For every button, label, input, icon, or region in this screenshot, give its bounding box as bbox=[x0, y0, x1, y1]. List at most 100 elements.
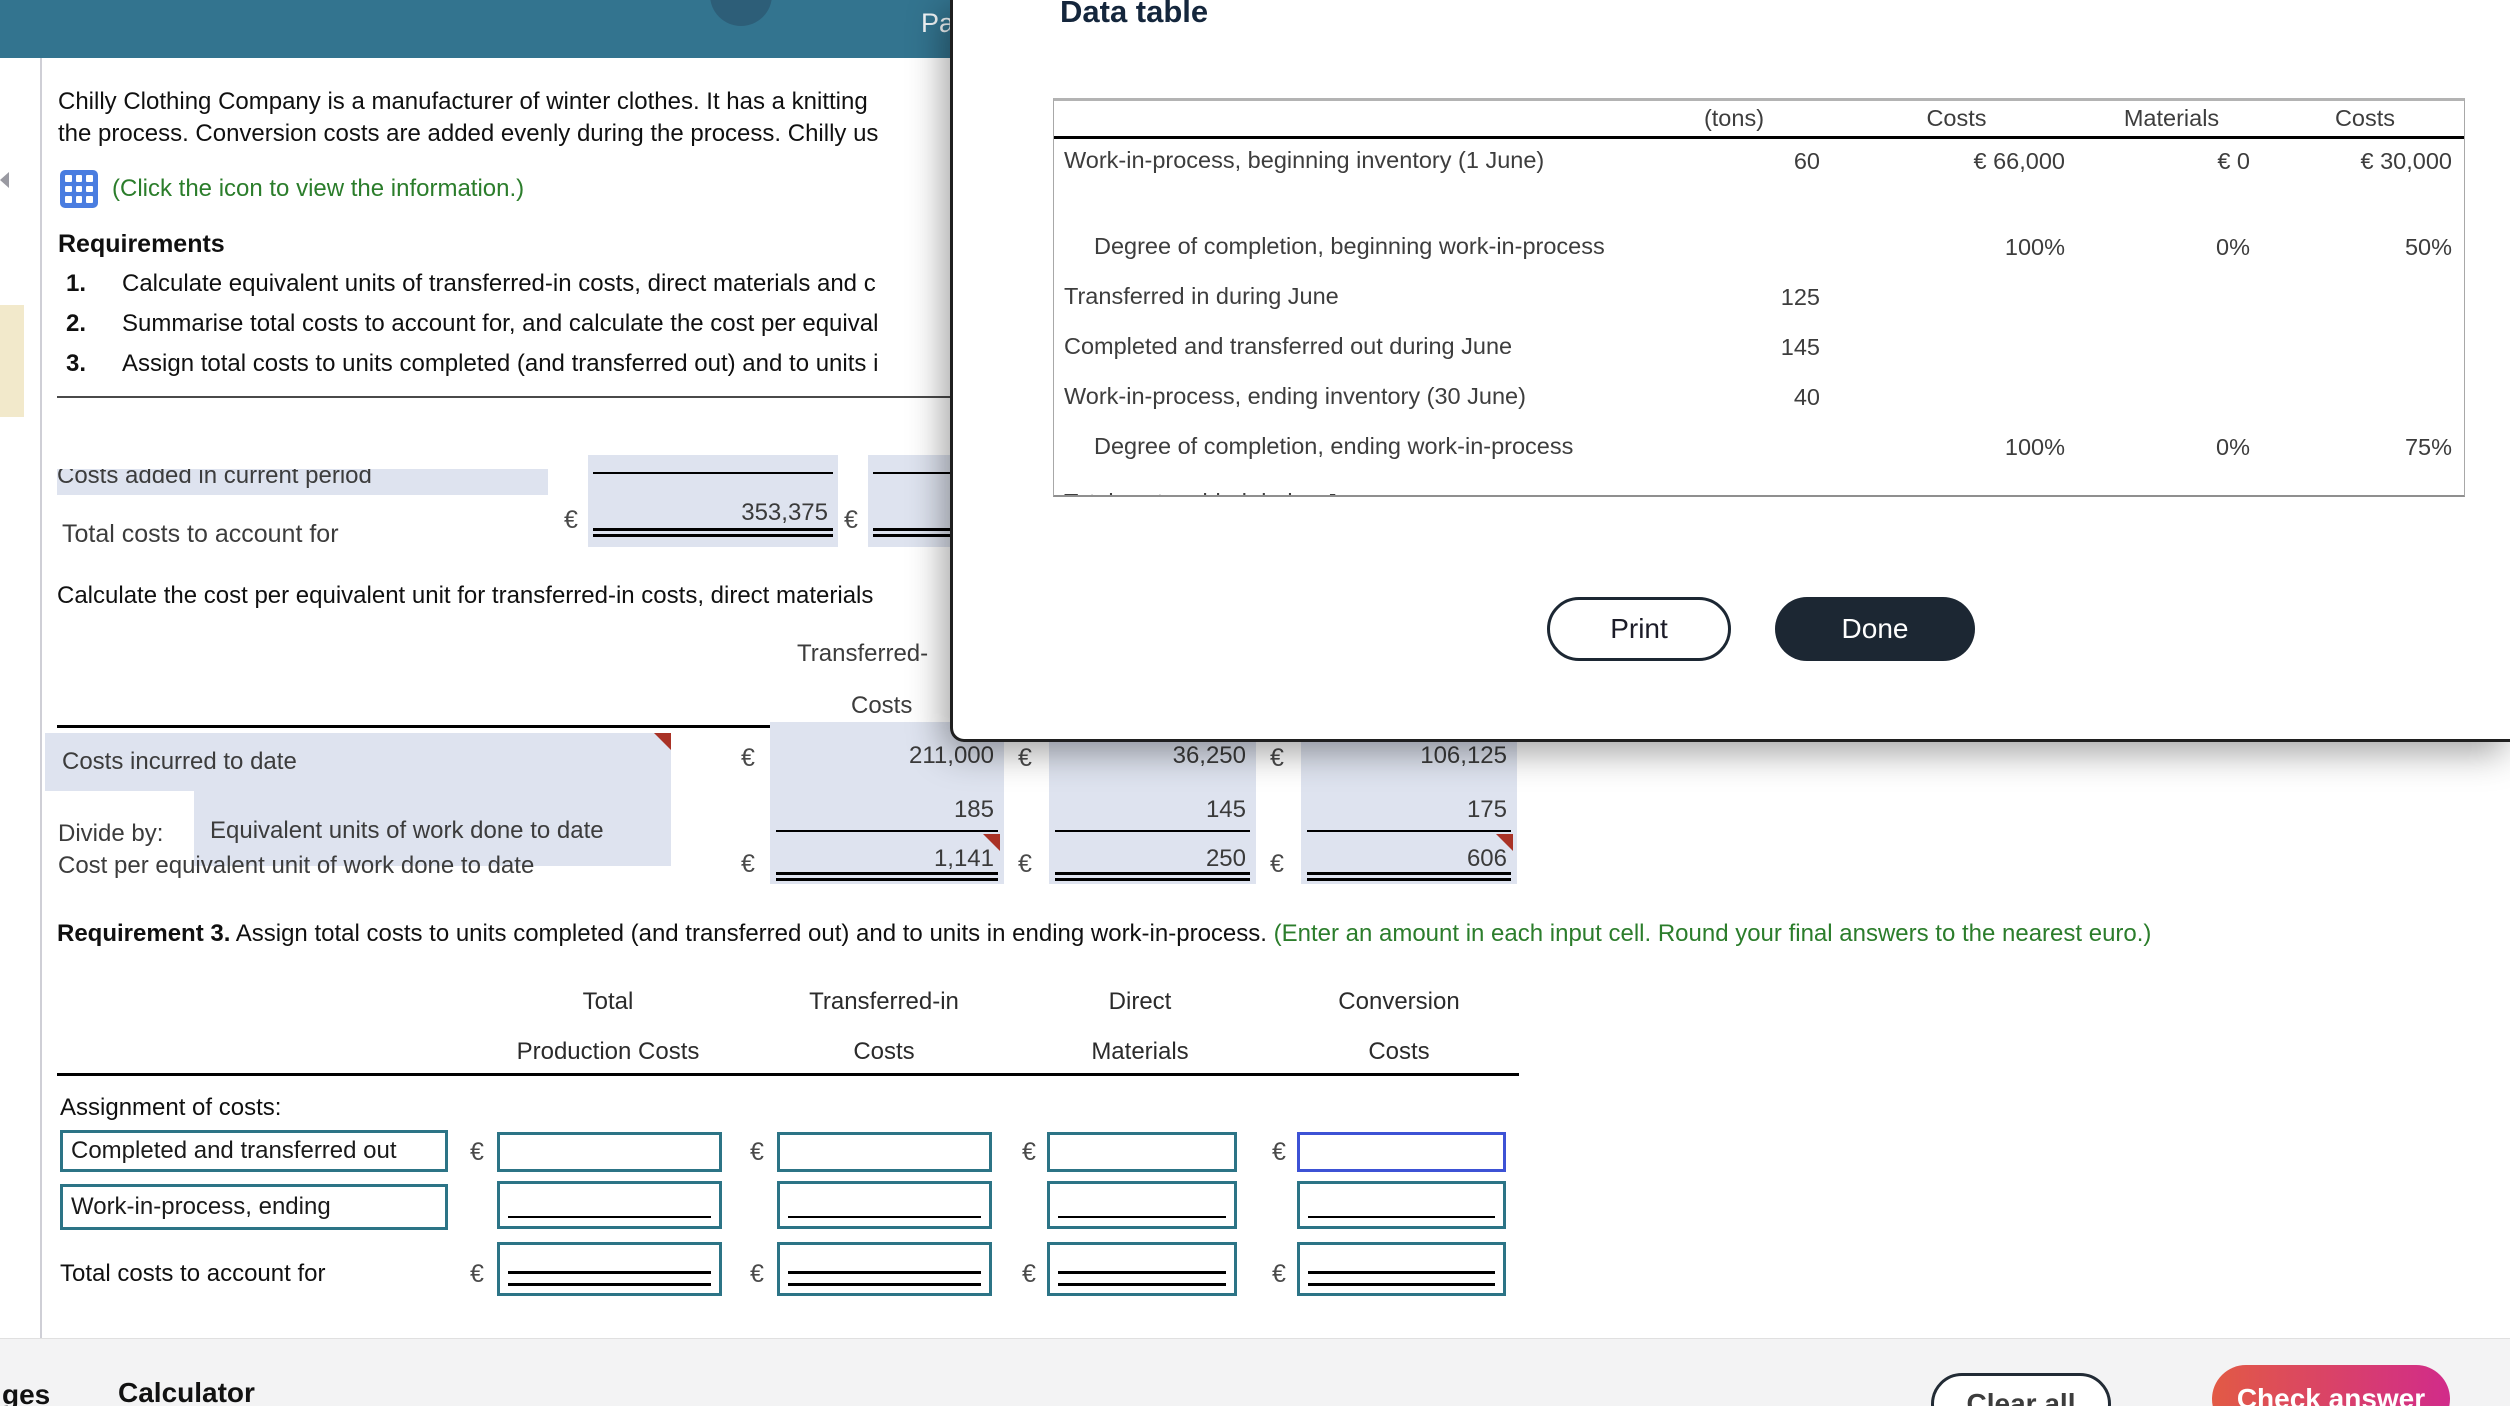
incurred-value: 36,250 bbox=[1066, 742, 1246, 770]
units-value: 185 bbox=[794, 796, 994, 824]
euro-symbol: € bbox=[750, 1260, 764, 1289]
table-row: Work-in-process, beginning inventory (1 … bbox=[1054, 137, 2465, 187]
done-button[interactable]: Done bbox=[1775, 597, 1975, 661]
header-materials: Materials bbox=[2079, 101, 2264, 137]
check-answer-button[interactable]: Check answer bbox=[2212, 1365, 2450, 1406]
data-table-modal: Data table (tons) Costs Materials Costs … bbox=[950, 0, 2510, 742]
bottom-toolbar: ges Calculator Clear all Check answer bbox=[0, 1338, 2510, 1406]
modal-title: Data table bbox=[1060, 0, 1208, 30]
row-value-c2 bbox=[2264, 273, 2465, 323]
row-value-c2: 50% bbox=[2264, 187, 2465, 273]
row-value-c1 bbox=[1834, 323, 2079, 373]
requirement3-label: Requirement 3. bbox=[57, 920, 230, 947]
data-table-icon[interactable] bbox=[60, 170, 98, 208]
incurred-value: 211,000 bbox=[794, 742, 994, 770]
euro-symbol: € bbox=[1022, 1260, 1036, 1289]
euro-symbol: € bbox=[750, 1138, 764, 1167]
requirement3-hint: (Enter an amount in each input cell. Rou… bbox=[1274, 920, 2152, 947]
screen: Pa Chilly Clothing Company is a manufact… bbox=[0, 0, 2510, 1406]
input-total-transferred-in[interactable] bbox=[777, 1242, 992, 1296]
calc-col-header-line2: Costs bbox=[851, 690, 912, 722]
euro-symbol: € bbox=[1272, 1138, 1286, 1167]
row-value-mat bbox=[2079, 273, 2264, 323]
problem-text-line2: the process. Conversion costs are added … bbox=[58, 118, 878, 150]
total-costs-label: Total costs to account for bbox=[62, 518, 339, 550]
euro-symbol: € bbox=[1272, 1260, 1286, 1289]
input-wip-total[interactable] bbox=[497, 1181, 722, 1229]
units-value: 145 bbox=[1066, 796, 1246, 824]
req3-text: Assign total costs to units completed (a… bbox=[122, 348, 878, 380]
costs-added-row-label: Costs added in current period bbox=[57, 469, 548, 495]
col-header-transferred-2: Costs bbox=[734, 1038, 1034, 1066]
row-label: Transferred in during June bbox=[1054, 273, 1634, 323]
input-total-conversion[interactable] bbox=[1297, 1242, 1506, 1296]
row-value-mat: 0% bbox=[2079, 423, 2264, 473]
row-value-c1 bbox=[1834, 373, 2079, 423]
calc-column-direct-materials[interactable]: 36,250 145 250 bbox=[1049, 722, 1256, 884]
costs-incurred-label-cell: Costs incurred to date bbox=[45, 733, 671, 791]
header-tons: (tons) bbox=[1634, 101, 1834, 137]
euro-symbol: € bbox=[1270, 850, 1284, 879]
requirement3-instruction: Requirement 3. Assign total costs to uni… bbox=[57, 918, 2151, 950]
row-label: Total costs added during June bbox=[1054, 473, 1634, 497]
row-label: Work-in-process, beginning inventory (1 … bbox=[1054, 137, 1634, 187]
euro-symbol: € bbox=[741, 744, 755, 773]
input-completed-total[interactable] bbox=[497, 1132, 722, 1172]
row-label-wip-ending: Work-in-process, ending bbox=[60, 1184, 448, 1230]
row-value-c2 bbox=[2264, 323, 2465, 373]
table-row: Total costs added during June€ 145,000€ … bbox=[1054, 473, 2465, 497]
assignment-label: Assignment of costs: bbox=[60, 1092, 281, 1124]
nav-circle-decoration bbox=[710, 0, 772, 26]
col-header-materials-2: Materials bbox=[990, 1038, 1290, 1066]
row-label-completed: Completed and transferred out bbox=[60, 1130, 448, 1172]
input-wip-conversion[interactable] bbox=[1297, 1181, 1506, 1229]
row-value-mat bbox=[2079, 323, 2264, 373]
total-costs-value: 353,375 bbox=[588, 499, 828, 527]
row-label-total-costs: Total costs to account for bbox=[60, 1258, 325, 1290]
req2-number: 2. bbox=[66, 308, 86, 340]
row-label: Completed and transferred out during Jun… bbox=[1054, 323, 1634, 373]
req1-text: Calculate equivalent units of transferre… bbox=[122, 268, 876, 300]
data-table-header-row: (tons) Costs Materials Costs bbox=[1054, 101, 2465, 137]
req1-number: 1. bbox=[66, 268, 86, 300]
row-label: Work-in-process, ending inventory (30 Ju… bbox=[1054, 373, 1634, 423]
euro-symbol: € bbox=[470, 1260, 484, 1289]
calc-column-conversion[interactable]: 106,125 175 606 bbox=[1301, 722, 1517, 884]
header-costs-2: Costs bbox=[2264, 101, 2465, 137]
assignment-table-top-rule bbox=[57, 1073, 1519, 1076]
pages-label-clipped[interactable]: ges bbox=[2, 1379, 50, 1406]
calculator-button[interactable]: Calculator bbox=[118, 1377, 255, 1406]
euro-symbol: € bbox=[1270, 744, 1284, 773]
clear-all-button[interactable]: Clear all bbox=[1931, 1373, 2111, 1406]
col-header-total-1: Total bbox=[458, 988, 758, 1016]
print-button[interactable]: Print bbox=[1547, 597, 1731, 661]
requirements-title: Requirements bbox=[58, 228, 225, 260]
row-value-tons: 60 bbox=[1634, 137, 1834, 187]
input-wip-transferred-in[interactable] bbox=[777, 1181, 992, 1229]
data-table: (tons) Costs Materials Costs Work-in-pro… bbox=[1054, 101, 2465, 497]
input-completed-materials[interactable] bbox=[1047, 1132, 1237, 1172]
incurred-value: 106,125 bbox=[1317, 742, 1507, 770]
row-value-tons bbox=[1634, 423, 1834, 473]
row-value-c2: € 76,125 bbox=[2264, 473, 2465, 497]
row-value-c2: 75% bbox=[2264, 423, 2465, 473]
row-value-mat: 0% bbox=[2079, 187, 2264, 273]
row-label: Degree of completion, ending work-in-pro… bbox=[1054, 423, 1634, 473]
requirement3-text: Assign total costs to units completed (a… bbox=[230, 920, 1273, 947]
total-costs-cell-col1[interactable]: 353,375 bbox=[588, 455, 838, 547]
table-row: Degree of completion, beginning work-in-… bbox=[1054, 187, 2465, 273]
content-panel-border bbox=[40, 58, 42, 1338]
row-value-c2: € 30,000 bbox=[2264, 137, 2465, 187]
input-total-materials[interactable] bbox=[1047, 1242, 1237, 1296]
input-wip-materials[interactable] bbox=[1047, 1181, 1237, 1229]
calc-column-transferred-in[interactable]: 211,000 185 1,141 bbox=[770, 722, 1004, 884]
input-total-total[interactable] bbox=[497, 1242, 722, 1296]
info-link[interactable]: (Click the icon to view the information.… bbox=[112, 173, 524, 205]
euro-symbol: € bbox=[1018, 744, 1032, 773]
input-completed-conversion[interactable] bbox=[1297, 1132, 1506, 1172]
input-completed-transferred-in[interactable] bbox=[777, 1132, 992, 1172]
col-header-conversion-2: Costs bbox=[1249, 1038, 1549, 1066]
table-row: Work-in-process, ending inventory (30 Ju… bbox=[1054, 373, 2465, 423]
scroll-highlight-marker bbox=[0, 305, 24, 417]
col-header-total-2: Production Costs bbox=[458, 1038, 758, 1066]
